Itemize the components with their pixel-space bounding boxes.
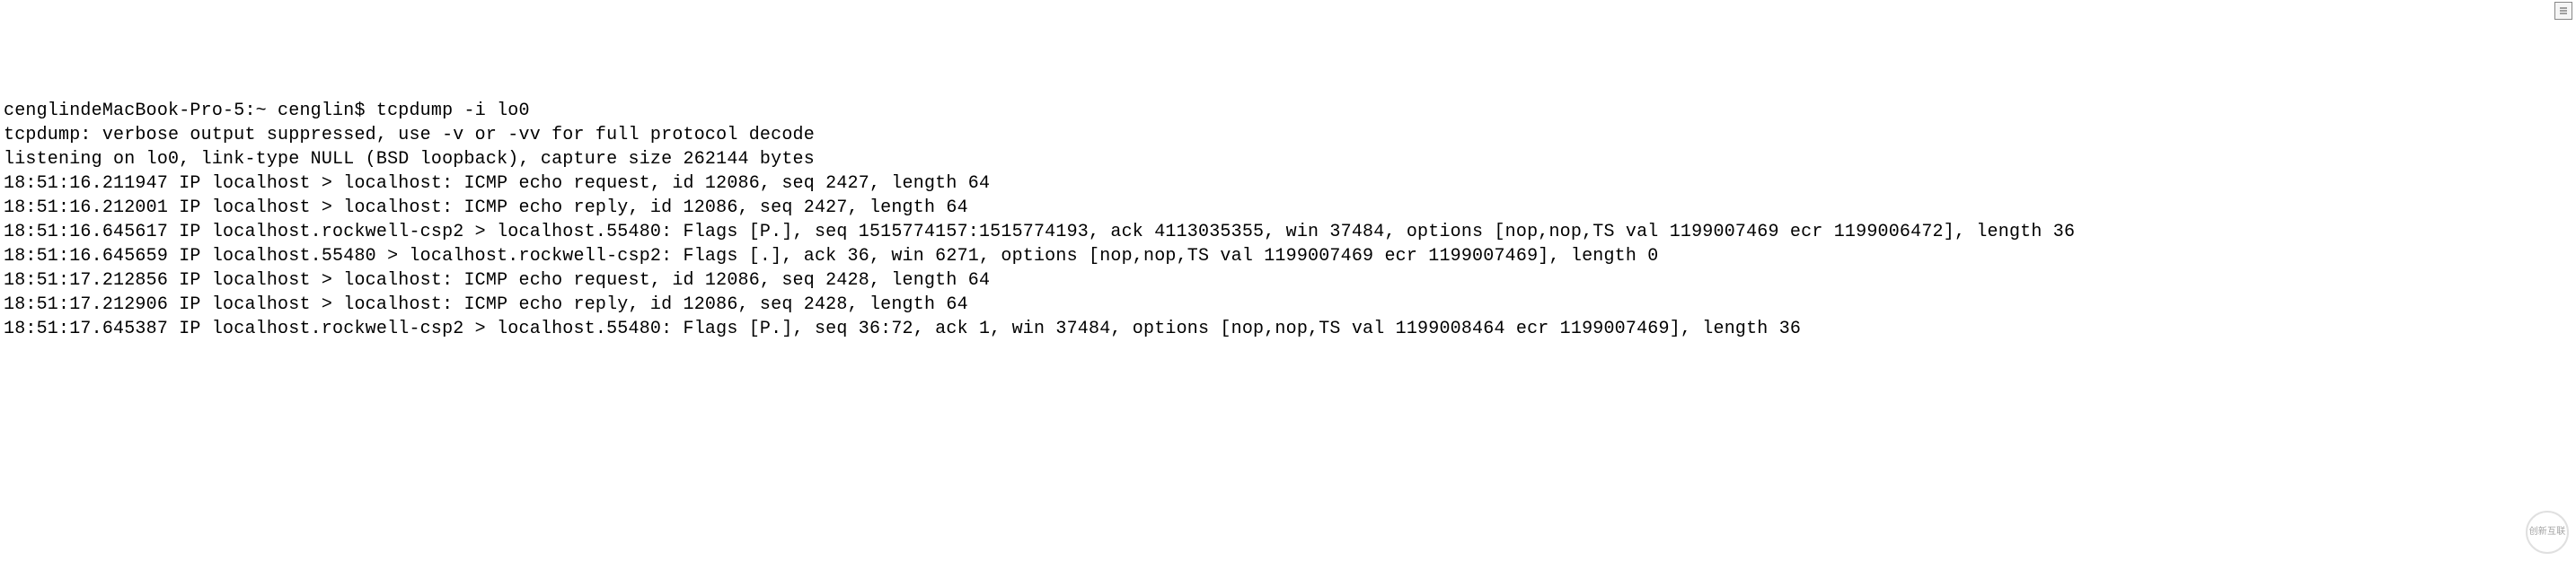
- terminal-output: cenglindeMacBook-Pro-5:~ cenglin$ tcpdum…: [4, 99, 2572, 341]
- terminal-line: 18:51:17.212906 IP localhost > localhost…: [4, 293, 2572, 317]
- terminal-line: 18:51:16.212001 IP localhost > localhost…: [4, 196, 2572, 220]
- terminal-line: 18:51:17.645387 IP localhost.rockwell-cs…: [4, 317, 2572, 341]
- terminal-line: 18:51:16.645659 IP localhost.55480 > loc…: [4, 244, 2572, 268]
- terminal-line: 18:51:16.645617 IP localhost.rockwell-cs…: [4, 220, 2572, 244]
- watermark-text: 创新互联: [2529, 528, 2566, 538]
- terminal-line: listening on lo0, link-type NULL (BSD lo…: [4, 147, 2572, 171]
- terminal-line: 18:51:16.211947 IP localhost > localhost…: [4, 171, 2572, 196]
- terminal-prompt: cenglindeMacBook-Pro-5:~ cenglin$: [4, 101, 376, 121]
- scroll-lines-icon: [2558, 5, 2569, 16]
- terminal-command: tcpdump -i lo0: [376, 101, 530, 121]
- terminal-prompt-line: cenglindeMacBook-Pro-5:~ cenglin$ tcpdum…: [4, 99, 2572, 123]
- terminal-line: 18:51:17.212856 IP localhost > localhost…: [4, 268, 2572, 293]
- terminal-line: tcpdump: verbose output suppressed, use …: [4, 123, 2572, 147]
- scroll-indicator-icon[interactable]: [2554, 2, 2572, 20]
- watermark-badge: 创新互联: [2526, 511, 2569, 554]
